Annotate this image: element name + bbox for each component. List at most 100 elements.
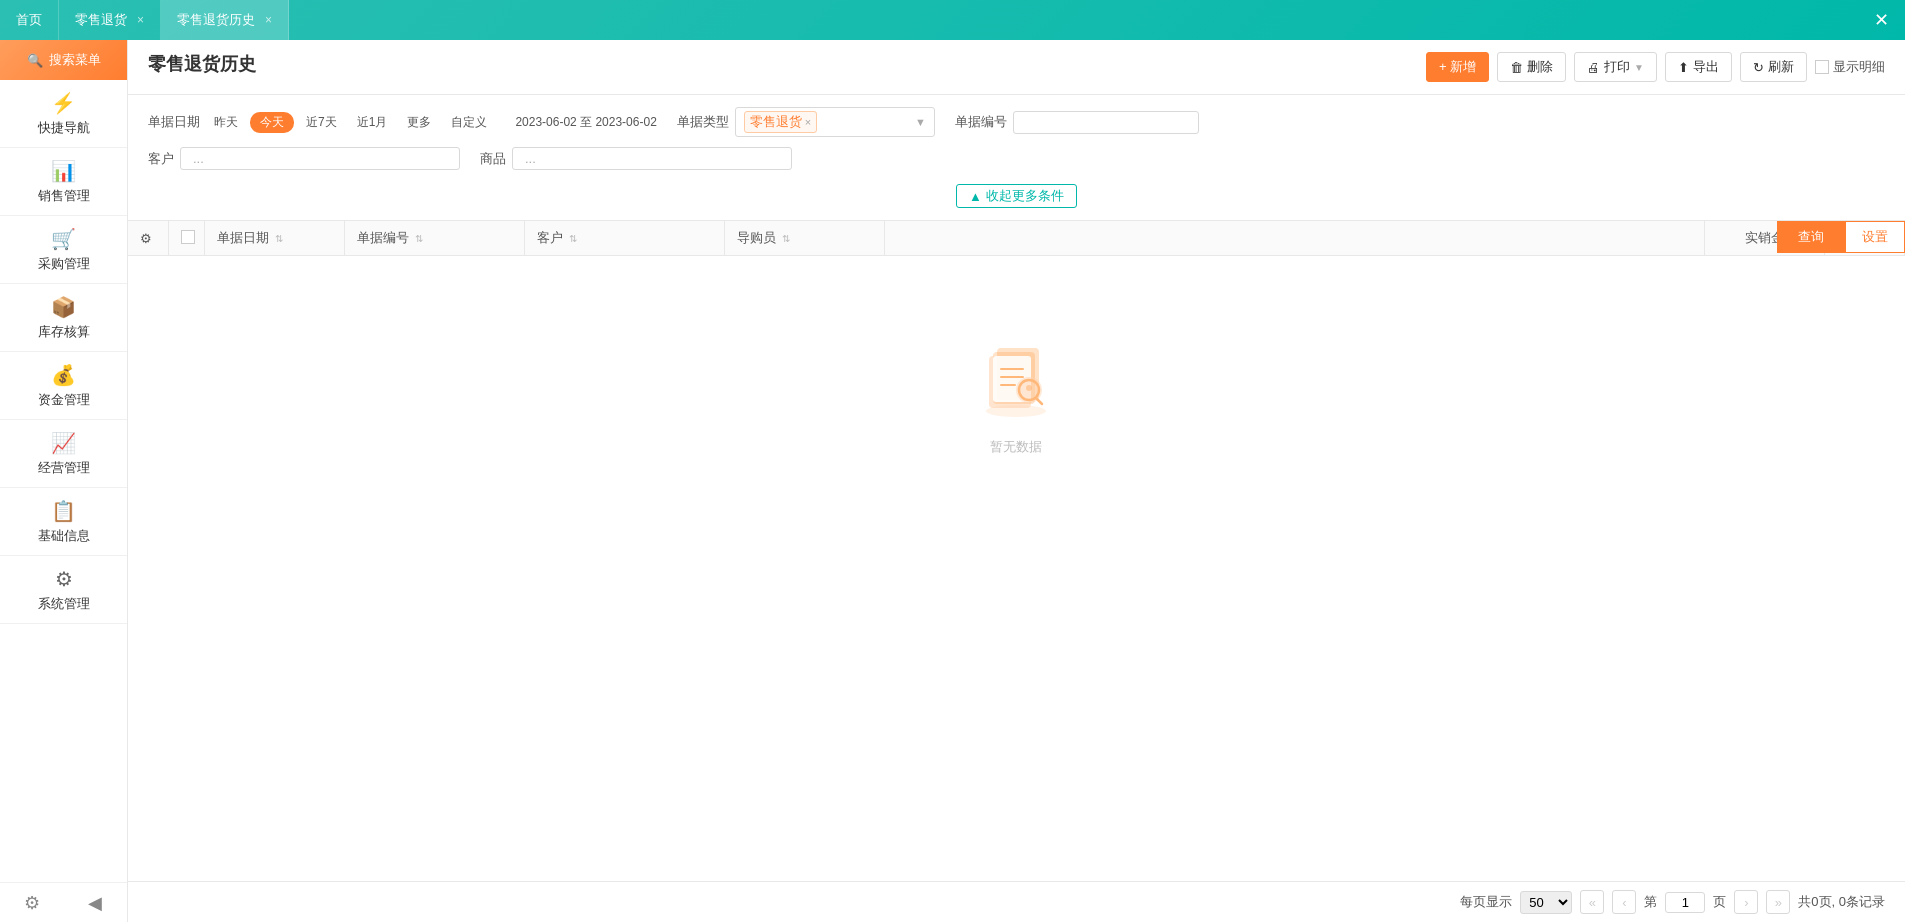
show-detail-checkbox[interactable] xyxy=(1815,60,1829,74)
sidebar-item-sys-mgmt[interactable]: ⚙ 系统管理 xyxy=(0,556,127,624)
refresh-button[interactable]: ↻ 刷新 xyxy=(1740,52,1807,82)
th-guide[interactable]: 导购员 ⇅ xyxy=(724,221,884,256)
sidebar-item-inventory-label: 库存核算 xyxy=(38,323,90,341)
date-btn-more[interactable]: 更多 xyxy=(399,112,439,133)
tab-retail-return-history-close[interactable]: × xyxy=(265,13,272,27)
window-close-button[interactable]: ✕ xyxy=(1858,9,1905,31)
filter-goods-item: 商品 ... xyxy=(480,147,792,170)
sidebar-collapse-button[interactable]: ◀ xyxy=(64,883,128,922)
operations-icon: 📈 xyxy=(51,431,76,455)
sidebar-item-basic-info-label: 基础信息 xyxy=(38,527,90,545)
print-button[interactable]: 🖨 打印 ▼ xyxy=(1574,52,1657,82)
refresh-label: 刷新 xyxy=(1768,58,1794,76)
pagination-bar: 每页显示 20 50 100 « ‹ 第 页 › » 共0页, 0条记录 xyxy=(128,881,1905,922)
sidebar-item-finance[interactable]: 💰 资金管理 xyxy=(0,352,127,420)
date-range-display: 2023-06-02 至 2023-06-02 xyxy=(515,114,656,131)
th-customer[interactable]: 客户 ⇅ xyxy=(524,221,724,256)
page-label-after: 页 xyxy=(1713,893,1726,911)
content-area: 零售退货历史 + 新增 🗑 删除 🖨 打印 ▼ ⬆ 导出 ↻ xyxy=(128,40,1905,922)
bill-type-tag: 零售退货 × xyxy=(744,111,817,133)
last-page-button[interactable]: » xyxy=(1766,890,1790,914)
svg-point-11 xyxy=(1026,385,1032,391)
date-btn-today[interactable]: 今天 xyxy=(250,112,294,133)
export-icon: ⬆ xyxy=(1678,60,1689,75)
sidebar-search[interactable]: 🔍 搜索菜单 xyxy=(0,40,127,80)
export-label: 导出 xyxy=(1693,58,1719,76)
empty-state: 暂无数据 xyxy=(128,256,1905,536)
sidebar-item-operations[interactable]: 📈 经营管理 xyxy=(0,420,127,488)
tab-retail-return[interactable]: 零售退货 × xyxy=(59,0,161,40)
basic-info-icon: 📋 xyxy=(51,499,76,523)
new-button[interactable]: + 新增 xyxy=(1426,52,1489,82)
date-btn-custom[interactable]: 自定义 xyxy=(443,112,495,133)
page-size-select[interactable]: 20 50 100 xyxy=(1520,891,1572,914)
sidebar-item-sys-mgmt-label: 系统管理 xyxy=(38,595,90,613)
date-btn-7days[interactable]: 近7天 xyxy=(298,112,345,133)
sidebar: 🔍 搜索菜单 ⚡ 快捷导航 📊 销售管理 🛒 采购管理 📦 库存核算 💰 资金管… xyxy=(0,40,128,922)
sidebar-item-quick-nav[interactable]: ⚡ 快捷导航 xyxy=(0,80,127,148)
goods-label: 商品 xyxy=(480,150,506,168)
export-button[interactable]: ⬆ 导出 xyxy=(1665,52,1732,82)
th-date[interactable]: 单据日期 ⇅ xyxy=(204,221,344,256)
date-btn-yesterday[interactable]: 昨天 xyxy=(206,112,246,133)
tab-retail-return-close[interactable]: × xyxy=(137,13,144,27)
bill-type-tag-close[interactable]: × xyxy=(805,116,811,128)
print-dropdown-icon: ▼ xyxy=(1634,62,1644,73)
prev-page-button[interactable]: ‹ xyxy=(1612,890,1636,914)
tab-retail-return-history[interactable]: 零售退货历史 × xyxy=(161,0,289,40)
finance-icon: 💰 xyxy=(51,363,76,387)
delete-button[interactable]: 🗑 删除 xyxy=(1497,52,1566,82)
inventory-icon: 📦 xyxy=(51,295,76,319)
main-layout: 🔍 搜索菜单 ⚡ 快捷导航 📊 销售管理 🛒 采购管理 📦 库存核算 💰 资金管… xyxy=(0,40,1905,922)
sidebar-item-purchase-mgmt[interactable]: 🛒 采购管理 xyxy=(0,216,127,284)
bill-type-selector[interactable]: 零售退货 × ▼ xyxy=(735,107,935,137)
sidebar-item-operations-label: 经营管理 xyxy=(38,459,90,477)
first-page-icon: « xyxy=(1589,895,1596,910)
query-button[interactable]: 查询 xyxy=(1777,221,1845,253)
page-title: 零售退货历史 xyxy=(148,52,256,88)
settings-gear-icon[interactable]: ⚙ xyxy=(140,231,152,246)
sidebar-item-inventory[interactable]: 📦 库存核算 xyxy=(0,284,127,352)
tab-home[interactable]: 首页 xyxy=(0,0,59,40)
sidebar-item-sales-mgmt[interactable]: 📊 销售管理 xyxy=(0,148,127,216)
th-num[interactable]: 单据编号 ⇅ xyxy=(344,221,524,256)
date-btn-1month[interactable]: 近1月 xyxy=(349,112,396,133)
th-spacer xyxy=(884,221,1705,256)
purchase-mgmt-icon: 🛒 xyxy=(51,227,76,251)
bill-num-label: 单据编号 xyxy=(955,113,1007,131)
bill-num-input[interactable] xyxy=(1013,111,1199,134)
filter-section: 单据日期 昨天 今天 近7天 近1月 更多 自定义 2023-06-02 至 2… xyxy=(128,95,1905,221)
table-area: ⚙ 单据日期 ⇅ 单据编号 ⇅ xyxy=(128,221,1905,881)
table-body: 暂无数据 xyxy=(128,256,1905,537)
th-settings[interactable]: ⚙ xyxy=(128,221,168,256)
customer-selector[interactable]: ... xyxy=(180,147,460,170)
goods-selector[interactable]: ... xyxy=(512,147,792,170)
bill-type-dropdown-icon: ▼ xyxy=(915,116,926,128)
th-customer-label: 客户 xyxy=(537,230,563,245)
tab-home-label: 首页 xyxy=(16,11,42,29)
sidebar-settings-button[interactable]: ⚙ xyxy=(0,883,64,922)
first-page-button[interactable]: « xyxy=(1580,890,1604,914)
th-guide-label: 导购员 xyxy=(737,230,776,245)
customer-label: 客户 xyxy=(148,150,174,168)
sidebar-item-basic-info[interactable]: 📋 基础信息 xyxy=(0,488,127,556)
delete-label: 删除 xyxy=(1527,58,1553,76)
filter-customer-item: 客户 ... xyxy=(148,147,460,170)
collapse-button[interactable]: ▲ 收起更多条件 xyxy=(956,184,1077,208)
filter-date-item: 单据日期 昨天 今天 近7天 近1月 更多 自定义 xyxy=(148,112,495,133)
top-bar: 首页 零售退货 × 零售退货历史 × ✕ xyxy=(0,0,1905,40)
select-all-checkbox[interactable] xyxy=(181,230,195,244)
sidebar-search-label: 搜索菜单 xyxy=(49,51,101,69)
quick-nav-icon: ⚡ xyxy=(51,91,76,115)
sidebar-bottom: ⚙ ◀ xyxy=(0,882,127,922)
total-label: 共0页, 0条记录 xyxy=(1798,893,1885,911)
table-header: ⚙ 单据日期 ⇅ 单据编号 ⇅ xyxy=(128,221,1905,256)
settings-button[interactable]: 设置 xyxy=(1845,221,1905,253)
next-page-button[interactable]: › xyxy=(1734,890,1758,914)
tab-retail-return-label: 零售退货 xyxy=(75,11,127,29)
date-buttons-group: 昨天 今天 近7天 近1月 更多 自定义 xyxy=(206,112,495,133)
th-checkbox[interactable] xyxy=(168,221,204,256)
page-number-input[interactable] xyxy=(1665,892,1705,913)
show-detail-toggle[interactable]: 显示明细 xyxy=(1815,58,1885,76)
refresh-icon: ↻ xyxy=(1753,60,1764,75)
